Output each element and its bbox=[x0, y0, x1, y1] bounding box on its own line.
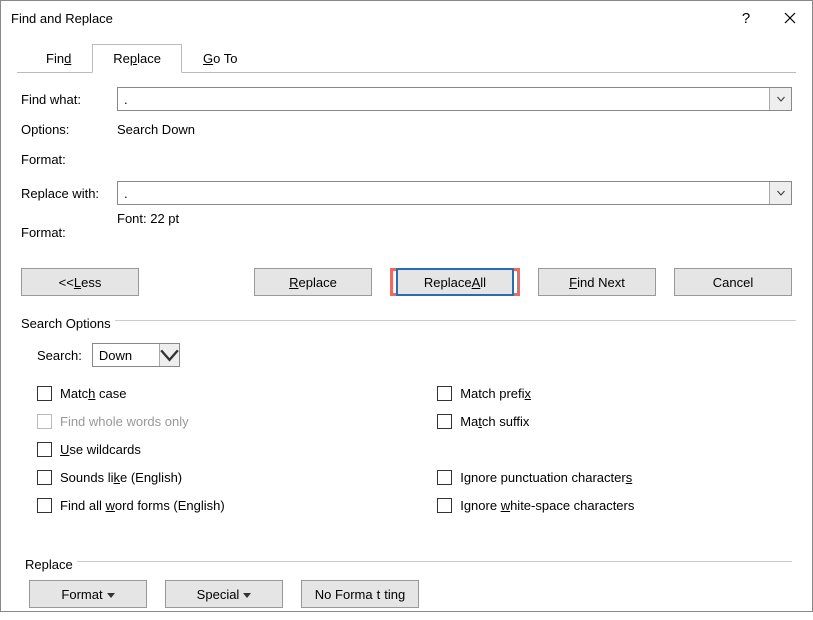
divider bbox=[77, 561, 792, 562]
find-what-label: Find what: bbox=[21, 92, 117, 107]
no-formatting-button[interactable]: No Formatting bbox=[301, 580, 419, 608]
find-what-input[interactable] bbox=[118, 88, 769, 110]
replace-section-heading: Replace bbox=[21, 549, 77, 574]
checkbox-icon bbox=[37, 470, 52, 485]
ignore-punctuation-checkbox[interactable]: Ignore punctuation characters bbox=[437, 463, 792, 491]
tab-find[interactable]: Find bbox=[25, 44, 92, 73]
special-menu-button[interactable]: Special bbox=[165, 580, 283, 608]
search-direction-value: Down bbox=[93, 344, 159, 366]
caret-down-icon bbox=[243, 587, 251, 602]
dialog-body: Find Replace Go To Find what: Options: S… bbox=[1, 35, 812, 620]
checkbox-icon bbox=[37, 442, 52, 457]
checkbox-icon bbox=[37, 498, 52, 513]
bottom-section: Replace Format Special No Formatting bbox=[17, 519, 796, 608]
checkbox-icon bbox=[437, 498, 452, 513]
find-what-combo[interactable] bbox=[117, 87, 792, 111]
search-options-heading: Search Options bbox=[17, 308, 115, 333]
match-prefix-checkbox[interactable]: Match prefix bbox=[437, 379, 792, 407]
ignore-whitespace-checkbox[interactable]: Ignore white-space characters bbox=[437, 491, 792, 519]
checkbox-icon bbox=[437, 414, 452, 429]
main-button-row: << Less Replace Replace All Find Next Ca… bbox=[17, 246, 796, 296]
search-direction-label: Search: bbox=[37, 348, 82, 363]
close-button[interactable] bbox=[768, 3, 812, 33]
tab-strip: Find Replace Go To bbox=[17, 43, 796, 73]
search-direction-row: Search: Down bbox=[17, 333, 796, 379]
replace-all-button[interactable]: Replace All bbox=[396, 268, 514, 296]
chevron-down-icon bbox=[777, 96, 785, 102]
replace-with-input[interactable] bbox=[118, 182, 769, 204]
whole-words-checkbox: Find whole words only bbox=[37, 407, 431, 435]
options-left-column: Match case Find whole words only Use wil… bbox=[37, 379, 431, 519]
format-label-1: Format: bbox=[21, 152, 117, 167]
options-columns: Match case Find whole words only Use wil… bbox=[17, 379, 796, 519]
options-right-column: Match prefix Match suffix Ignore punctua… bbox=[431, 379, 792, 519]
replace-button[interactable]: Replace bbox=[254, 268, 372, 296]
format-value-2: Font: 22 pt bbox=[117, 211, 179, 226]
dialog-title: Find and Replace bbox=[11, 11, 724, 26]
checkbox-icon bbox=[437, 386, 452, 401]
options-label: Options: bbox=[21, 122, 117, 137]
form-area: Find what: Options: Search Down Format: … bbox=[17, 73, 796, 240]
find-replace-dialog: Find and Replace ? Find Replace Go To Fi… bbox=[0, 0, 813, 612]
chevron-down-icon bbox=[160, 348, 179, 362]
checkbox-icon bbox=[37, 414, 52, 429]
find-what-dropdown-button[interactable] bbox=[769, 88, 791, 110]
chevron-down-icon bbox=[777, 190, 785, 196]
caret-down-icon bbox=[107, 587, 115, 602]
replace-with-label: Replace with: bbox=[21, 186, 117, 201]
find-next-button[interactable]: Find Next bbox=[538, 268, 656, 296]
help-button[interactable]: ? bbox=[724, 3, 768, 33]
format-label-2: Format: bbox=[21, 211, 117, 240]
title-bar: Find and Replace ? bbox=[1, 1, 812, 35]
options-value: Search Down bbox=[117, 122, 195, 137]
replace-all-button-highlight: Replace All bbox=[390, 268, 520, 296]
bottom-button-row: Format Special No Formatting bbox=[21, 574, 792, 608]
match-case-checkbox[interactable]: Match case bbox=[37, 379, 431, 407]
cancel-button[interactable]: Cancel bbox=[674, 268, 792, 296]
checkbox-icon bbox=[37, 386, 52, 401]
replace-with-combo[interactable] bbox=[117, 181, 792, 205]
divider bbox=[115, 320, 796, 321]
match-suffix-checkbox[interactable]: Match suffix bbox=[437, 407, 792, 435]
search-direction-dropdown-button[interactable] bbox=[159, 344, 179, 366]
use-wildcards-checkbox[interactable]: Use wildcards bbox=[37, 435, 431, 463]
word-forms-checkbox[interactable]: Find all word forms (English) bbox=[37, 491, 431, 519]
search-direction-select[interactable]: Down bbox=[92, 343, 180, 367]
less-button[interactable]: << Less bbox=[21, 268, 139, 296]
replace-with-dropdown-button[interactable] bbox=[769, 182, 791, 204]
close-icon bbox=[784, 12, 796, 24]
format-menu-button[interactable]: Format bbox=[29, 580, 147, 608]
sounds-like-checkbox[interactable]: Sounds like (English) bbox=[37, 463, 431, 491]
tab-goto[interactable]: Go To bbox=[182, 44, 258, 73]
checkbox-icon bbox=[437, 470, 452, 485]
tab-replace[interactable]: Replace bbox=[92, 44, 182, 73]
